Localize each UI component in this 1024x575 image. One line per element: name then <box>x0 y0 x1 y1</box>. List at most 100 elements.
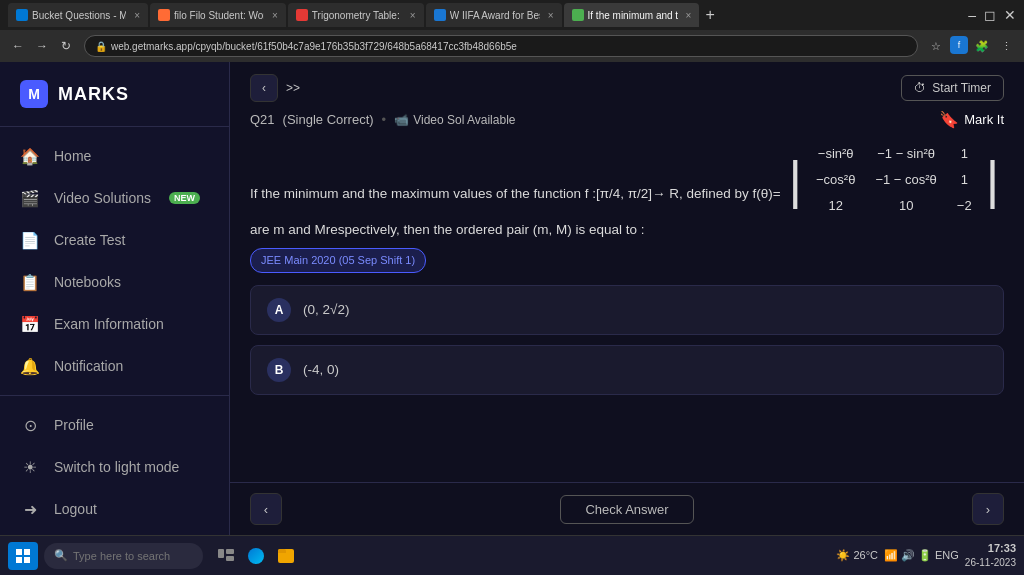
option-b-value: (-4, 0) <box>303 362 339 377</box>
url-bar[interactable]: 🔒 web.getmarks.app/cpyqb/bucket/61f50b4c… <box>84 35 918 57</box>
svg-rect-5 <box>226 549 234 554</box>
sidebar-item-switch-theme[interactable]: ☀ Switch to light mode <box>0 446 229 488</box>
svg-rect-0 <box>16 549 22 555</box>
sidebar-item-home[interactable]: 🏠 Home <box>0 135 229 177</box>
address-bar: ← → ↻ 🔒 web.getmarks.app/cpyqb/bucket/61… <box>0 30 1024 62</box>
svg-rect-3 <box>24 557 30 563</box>
windows-start-button[interactable] <box>8 542 38 570</box>
prev-button[interactable]: ‹ <box>250 493 282 525</box>
tab-bar: Bucket Questions - MARKS × filo Filo Stu… <box>0 0 1024 30</box>
bookmark-star-icon[interactable]: ☆ <box>926 36 946 56</box>
tab-close[interactable]: × <box>410 10 416 21</box>
next-button[interactable]: › <box>972 493 1004 525</box>
reload-button[interactable]: ↻ <box>56 36 76 56</box>
check-answer-button[interactable]: Check Answer <box>560 495 693 524</box>
start-timer-button[interactable]: ⏱ Start Timer <box>901 75 1004 101</box>
file-explorer-icon[interactable] <box>273 543 299 569</box>
sidebar-item-label-theme: Switch to light mode <box>54 459 179 475</box>
sidebar-item-label-profile: Profile <box>54 417 94 433</box>
sidebar-item-create-test[interactable]: 📄 Create Test <box>0 219 229 261</box>
tab-iifa[interactable]: W IIFA Award for Best Actor -... × <box>426 3 562 27</box>
svg-rect-6 <box>226 556 234 561</box>
sidebar-item-notification[interactable]: 🔔 Notification <box>0 345 229 387</box>
weather-display: ☀️ 26°C <box>836 549 878 562</box>
taskbar-search-bar[interactable]: 🔍 <box>44 543 203 569</box>
close-button[interactable]: ✕ <box>1004 7 1016 23</box>
clock-display: 17:33 26-11-2023 <box>965 541 1016 570</box>
matrix-cell: −cos²θ <box>806 167 865 193</box>
lang-label: ENG <box>935 549 959 561</box>
right-bracket: | <box>986 154 1000 206</box>
matrix-cell: −sin²θ <box>806 141 865 167</box>
taskbar-left: 🔍 <box>8 542 299 570</box>
question-meta: Q21 (Single Correct) • 📹 Video Sol Avail… <box>250 112 515 127</box>
minimize-button[interactable]: – <box>968 7 976 23</box>
sidebar-item-logout[interactable]: ➜ Logout <box>0 488 229 530</box>
taskbar-search-input[interactable] <box>73 550 193 562</box>
sidebar-item-label-logout: Logout <box>54 501 97 517</box>
tab-close[interactable]: × <box>134 10 140 21</box>
sidebar-item-video-solutions[interactable]: 🎬 Video Solutions NEW <box>0 177 229 219</box>
current-date: 26-11-2023 <box>965 556 1016 570</box>
maximize-button[interactable]: ◻ <box>984 7 996 23</box>
taskbar-apps <box>213 543 299 569</box>
sidebar-item-profile[interactable]: ⊙ Profile <box>0 404 229 446</box>
tab-icon <box>434 9 446 21</box>
sound-icon[interactable]: 🔊 <box>901 549 915 562</box>
sidebar-item-exam-information[interactable]: 📅 Exam Information <box>0 303 229 345</box>
notification-icon: 🔔 <box>20 356 40 376</box>
forward-button[interactable]: → <box>32 36 52 56</box>
ssl-icon: 🔒 <box>95 41 107 52</box>
filo-extension-icon[interactable]: f <box>950 36 968 54</box>
task-view-button[interactable] <box>213 543 239 569</box>
mark-it-button[interactable]: 🔖 Mark It <box>939 110 1004 129</box>
option-b[interactable]: B (-4, 0) <box>250 345 1004 395</box>
windows-logo-icon <box>16 549 30 563</box>
tab-trig[interactable]: Trigonometry Table: Sin Cos ... × <box>288 3 424 27</box>
video-play-icon: 📹 <box>394 113 409 127</box>
sidebar: M MARKS 🏠 Home 🎬 Video Solutions NEW 📄 C… <box>0 62 230 535</box>
option-a[interactable]: A (0, 2√2) <box>250 285 1004 335</box>
top-bar: ‹ >> ⏱ Start Timer <box>250 74 1004 102</box>
logo-text: MARKS <box>58 84 129 105</box>
back-arrow-button[interactable]: ‹ <box>250 74 278 102</box>
tab-close[interactable]: × <box>686 10 692 21</box>
tab-close[interactable]: × <box>272 10 278 21</box>
weather-icon: ☀️ <box>836 549 850 562</box>
question-header: Q21 (Single Correct) • 📹 Video Sol Avail… <box>250 110 1004 129</box>
nav-arrows: ‹ >> <box>250 74 300 102</box>
timer-clock-icon: ⏱ <box>914 81 926 95</box>
sidebar-item-notebooks[interactable]: 📋 Notebooks <box>0 261 229 303</box>
option-a-label: A <box>267 298 291 322</box>
question-suffix: are m and Mrespectively, then the ordere… <box>250 222 644 237</box>
tab-active[interactable]: If the minimum and the ma... × <box>564 3 700 27</box>
edge-icon[interactable] <box>243 543 269 569</box>
bookmark-icon: 🔖 <box>939 110 959 129</box>
home-icon: 🏠 <box>20 146 40 166</box>
option-b-label: B <box>267 358 291 382</box>
tab-filo[interactable]: filo Filo Student: World's O... × <box>150 3 286 27</box>
tab-bucket-questions[interactable]: Bucket Questions - MARKS × <box>8 3 148 27</box>
determinant-matrix: | −sin²θ −1 − sin²θ 1 −cos²θ −1 − cos²θ … <box>789 141 1000 219</box>
svg-rect-2 <box>16 557 22 563</box>
menu-icon[interactable]: ⋮ <box>996 36 1016 56</box>
back-button[interactable]: ← <box>8 36 28 56</box>
matrix-cell: 10 <box>865 193 946 219</box>
question-number: Q21 <box>250 112 275 127</box>
options-list: A (0, 2√2) B (-4, 0) <box>250 285 1004 395</box>
new-badge: NEW <box>169 192 200 204</box>
network-icon[interactable]: 📶 <box>884 549 898 562</box>
logo-icon: M <box>20 80 48 108</box>
extensions-icon[interactable]: 🧩 <box>972 36 992 56</box>
tab-close[interactable]: × <box>548 10 554 21</box>
current-time: 17:33 <box>965 541 1016 556</box>
matrix-cell: −1 − cos²θ <box>865 167 946 193</box>
double-arrow[interactable]: >> <box>286 81 300 95</box>
left-bracket: | <box>789 154 803 206</box>
start-timer-label: Start Timer <box>932 81 991 95</box>
matrix-cell: −2 <box>947 193 982 219</box>
add-tab-button[interactable]: + <box>705 6 714 24</box>
sidebar-logo: M MARKS <box>0 62 229 127</box>
sidebar-bottom: ⊙ Profile ☀ Switch to light mode ➜ Logou… <box>0 395 229 535</box>
content-area: ‹ >> ⏱ Start Timer Q21 (Single Correct) … <box>230 62 1024 482</box>
